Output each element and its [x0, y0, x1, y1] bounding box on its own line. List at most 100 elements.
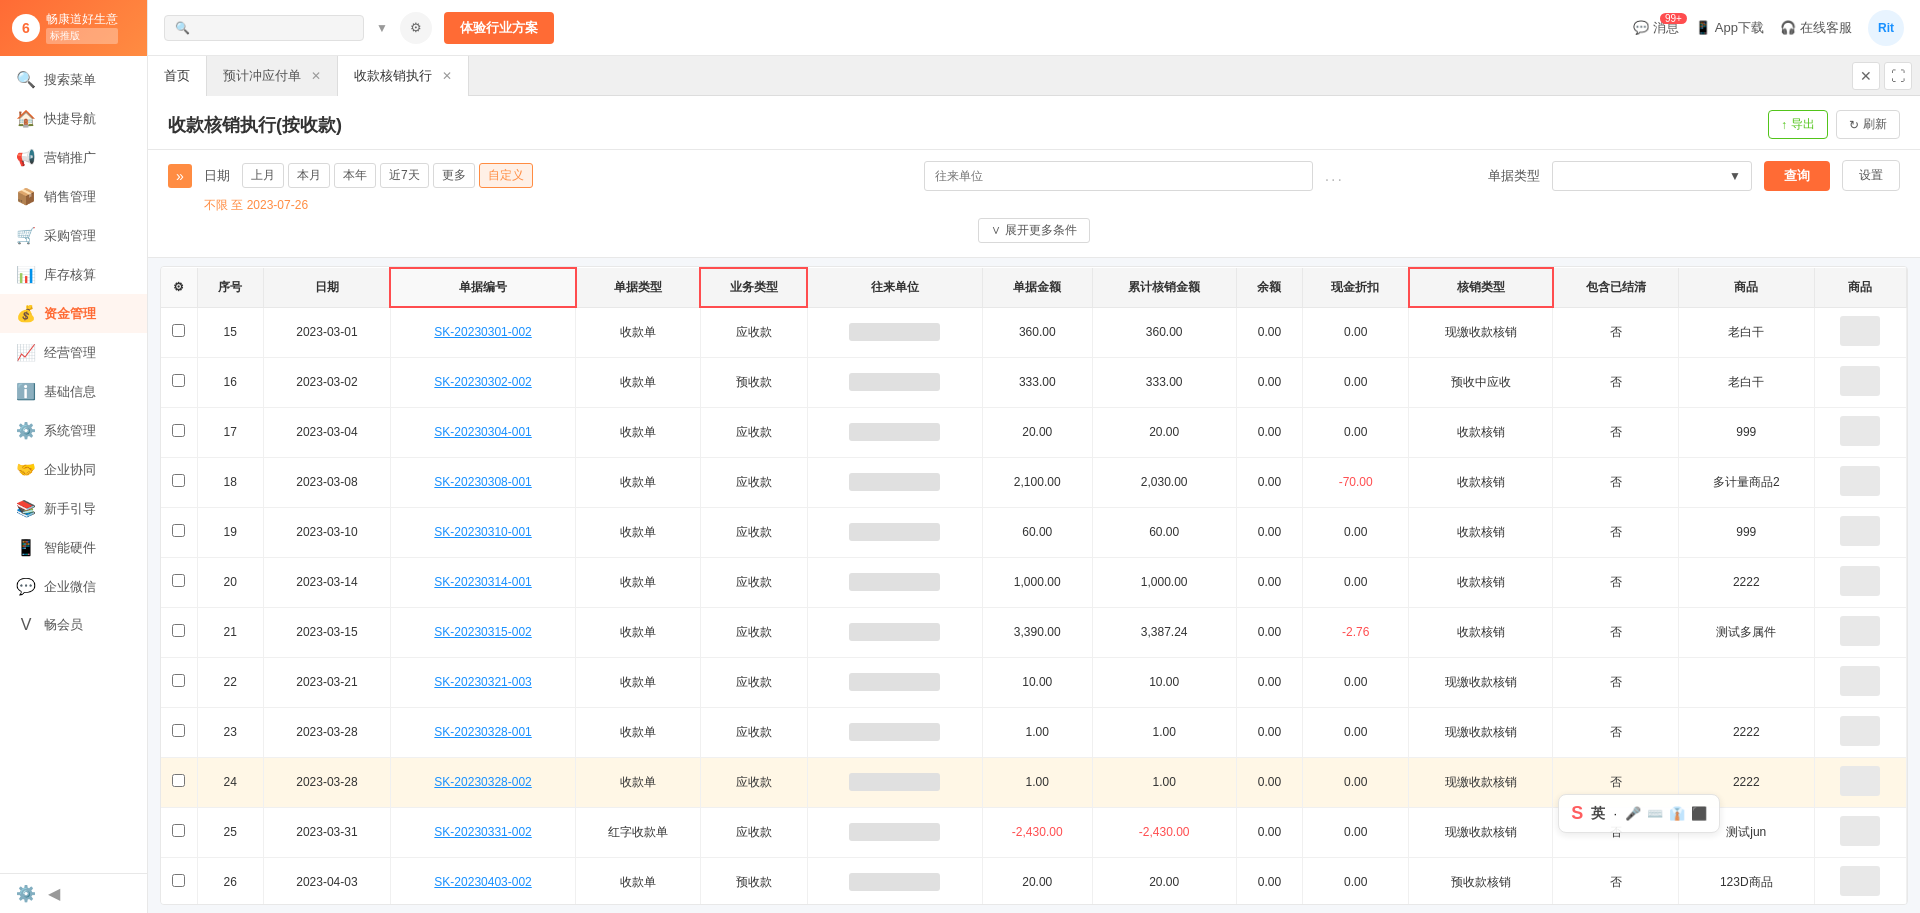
td-checkbox[interactable]	[161, 607, 197, 657]
td-sn[interactable]: SK-20230308-001	[390, 457, 575, 507]
refresh-btn[interactable]: ↻ 刷新	[1836, 110, 1900, 139]
td-checkbox[interactable]	[161, 457, 197, 507]
sidebar-item-corp[interactable]: 🤝企业协同	[0, 450, 147, 489]
td-no: 26	[197, 857, 263, 905]
td-checkbox[interactable]	[161, 307, 197, 357]
sidebar-item-sales[interactable]: 📦销售管理	[0, 177, 147, 216]
sidebar-item-system[interactable]: ⚙️系统管理	[0, 411, 147, 450]
td-goods: 老白干	[1678, 307, 1814, 357]
td-checkbox[interactable]	[161, 707, 197, 757]
date-this-month-btn[interactable]: 本月	[288, 163, 330, 188]
row-checkbox[interactable]	[172, 724, 185, 737]
date-7days-btn[interactable]: 近7天	[380, 163, 429, 188]
row-checkbox[interactable]	[172, 574, 185, 587]
sidebar-item-basic[interactable]: ℹ️基础信息	[0, 372, 147, 411]
th-settings[interactable]: ⚙	[161, 268, 197, 307]
sidebar-item-hardware[interactable]: 📱智能硬件	[0, 528, 147, 567]
row-checkbox[interactable]	[172, 524, 185, 537]
export-btn[interactable]: ↑ 导出	[1768, 110, 1828, 139]
date-more-btn[interactable]: 更多	[433, 163, 475, 188]
td-sn[interactable]: SK-20230321-003	[390, 657, 575, 707]
unit-filter-input[interactable]	[924, 161, 1313, 191]
sidebar-item-member[interactable]: V畅会员	[0, 606, 147, 644]
inventory-icon: 📊	[16, 265, 36, 284]
td-checkbox[interactable]	[161, 757, 197, 807]
td-checkbox[interactable]	[161, 857, 197, 905]
row-checkbox[interactable]	[172, 874, 185, 887]
sidebar-item-quick-nav[interactable]: 🏠快捷导航	[0, 99, 147, 138]
sidebar-item-label: 资金管理	[44, 305, 96, 323]
sidebar-collapse-icon[interactable]: ◀	[48, 884, 60, 903]
tab-collection[interactable]: 收款核销执行 ✕	[338, 56, 469, 96]
message-btn[interactable]: 💬 消息 99+	[1633, 19, 1679, 37]
td-sn[interactable]: SK-20230403-002	[390, 857, 575, 905]
dropdown-arrow-icon[interactable]: ▼	[376, 21, 388, 35]
td-sn[interactable]: SK-20230315-002	[390, 607, 575, 657]
row-checkbox[interactable]	[172, 324, 185, 337]
td-sn[interactable]: SK-20230328-002	[390, 757, 575, 807]
row-checkbox[interactable]	[172, 374, 185, 387]
sidebar-item-marketing[interactable]: 📢营销推广	[0, 138, 147, 177]
tab-close-all-btn[interactable]: ✕	[1852, 62, 1880, 90]
td-sn[interactable]: SK-20230314-001	[390, 557, 575, 607]
data-table-container[interactable]: ⚙ 序号 日期 单据编号 单据类型 业务类型 往来单位 单据金额 累计核销金额 …	[160, 266, 1908, 905]
row-checkbox[interactable]	[172, 624, 185, 637]
tab-prepay[interactable]: 预计冲应付单 ✕	[207, 56, 338, 96]
td-sn[interactable]: SK-20230328-001	[390, 707, 575, 757]
td-discount: -70.00	[1303, 457, 1409, 507]
sidebar-settings-icon[interactable]: ⚙️	[16, 884, 36, 903]
td-checkbox[interactable]	[161, 557, 197, 607]
tab-prepay-close[interactable]: ✕	[311, 69, 321, 83]
td-incl-settled: 否	[1553, 757, 1679, 807]
date-last-month-btn[interactable]: 上月	[242, 163, 284, 188]
tab-fullscreen-btn[interactable]: ⛶	[1884, 62, 1912, 90]
sidebar-item-wechat[interactable]: 💬企业微信	[0, 567, 147, 606]
tab-home[interactable]: 首页	[148, 56, 207, 96]
td-verif-type: 预收中应收	[1409, 357, 1553, 407]
row-checkbox[interactable]	[172, 474, 185, 487]
expand-more-btn[interactable]: ∨ 展开更多条件	[978, 218, 1089, 243]
app-download-btn[interactable]: 📱 App下载	[1695, 19, 1764, 37]
td-checkbox[interactable]	[161, 407, 197, 457]
row-checkbox[interactable]	[172, 824, 185, 837]
td-sn[interactable]: SK-20230301-002	[390, 307, 575, 357]
row-checkbox[interactable]	[172, 674, 185, 687]
sidebar-item-search[interactable]: 🔍搜索菜单	[0, 60, 147, 99]
sidebar-item-business[interactable]: 📈经营管理	[0, 333, 147, 372]
td-biz-type: 应收款	[700, 457, 807, 507]
td-checkbox[interactable]	[161, 357, 197, 407]
tab-collection-close[interactable]: ✕	[442, 69, 452, 83]
td-checkbox[interactable]	[161, 657, 197, 707]
row-checkbox[interactable]	[172, 774, 185, 787]
row-checkbox[interactable]	[172, 424, 185, 437]
td-checkbox[interactable]	[161, 807, 197, 857]
td-amount: 1.00	[982, 757, 1092, 807]
industry-solution-btn[interactable]: 体验行业方案	[444, 12, 554, 44]
td-sn[interactable]: SK-20230331-002	[390, 807, 575, 857]
settings-btn[interactable]: 设置	[1842, 160, 1900, 191]
user-avatar[interactable]: Rit	[1868, 10, 1904, 46]
type-filter-select[interactable]: ▼	[1552, 161, 1752, 191]
query-btn[interactable]: 查询	[1764, 161, 1830, 191]
td-sn[interactable]: SK-20230310-001	[390, 507, 575, 557]
td-type: 收款单	[576, 607, 701, 657]
sidebar-item-guide[interactable]: 📚新手引导	[0, 489, 147, 528]
td-incl-settled: 否	[1553, 557, 1679, 607]
search-input[interactable]	[196, 21, 353, 35]
date-this-year-btn[interactable]: 本年	[334, 163, 376, 188]
online-service-btn[interactable]: 🎧 在线客服	[1780, 19, 1852, 37]
sidebar-item-purchase[interactable]: 🛒采购管理	[0, 216, 147, 255]
td-sn[interactable]: SK-20230304-001	[390, 407, 575, 457]
date-custom-btn[interactable]: 自定义	[479, 163, 533, 188]
filter-expand-btn[interactable]: »	[168, 164, 192, 188]
td-no: 25	[197, 807, 263, 857]
td-amount: 20.00	[982, 407, 1092, 457]
td-goods2	[1814, 657, 1906, 707]
td-checkbox[interactable]	[161, 507, 197, 557]
td-type: 收款单	[576, 507, 701, 557]
topbar-gear-btn[interactable]: ⚙	[400, 12, 432, 44]
td-sn[interactable]: SK-20230302-002	[390, 357, 575, 407]
sidebar-item-inventory[interactable]: 📊库存核算	[0, 255, 147, 294]
topbar-search-box[interactable]: 🔍	[164, 15, 364, 41]
sidebar-item-finance[interactable]: 💰资金管理	[0, 294, 147, 333]
